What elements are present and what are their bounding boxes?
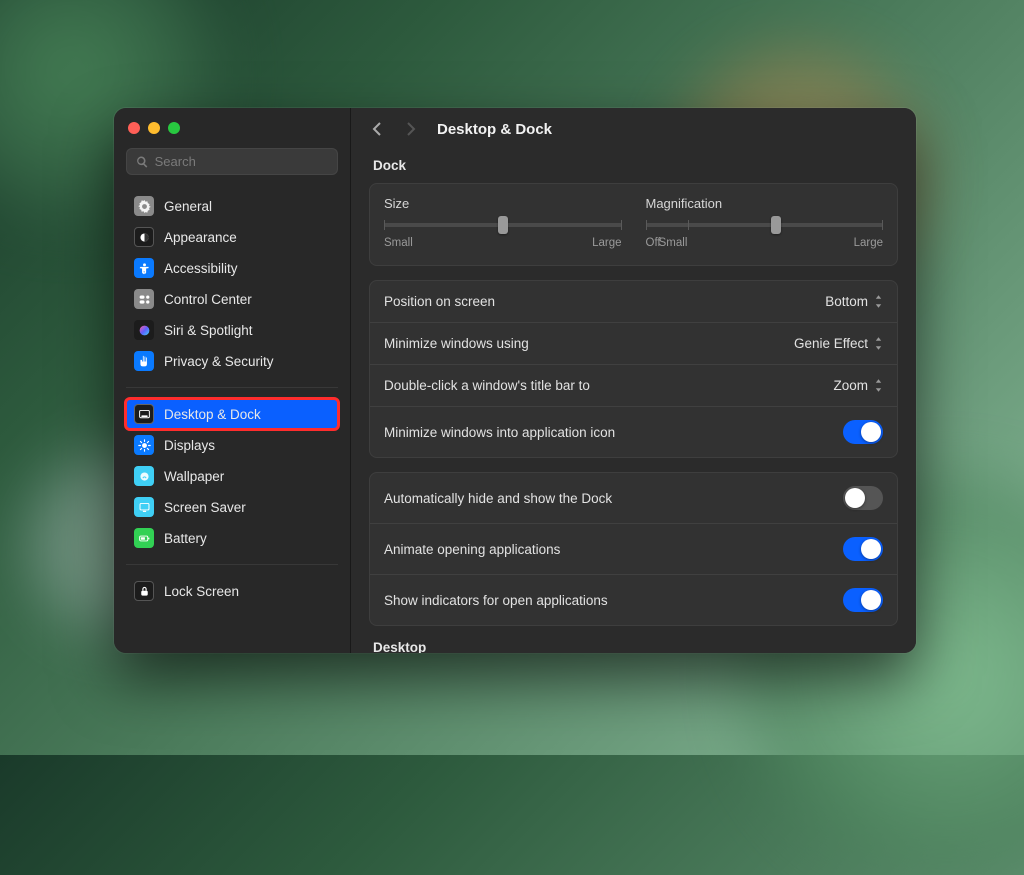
sidebar-item-control-center[interactable]: Control Center	[126, 284, 338, 314]
sidebar-item-label: Accessibility	[164, 261, 238, 276]
titlebar: Desktop & Dock	[351, 108, 916, 148]
hand-icon	[134, 351, 154, 371]
dock-section-heading: Dock	[373, 158, 898, 173]
magnification-max-label: Large	[854, 237, 883, 249]
search-icon	[136, 155, 149, 169]
sidebar-item-label: General	[164, 199, 212, 214]
double-click-row: Double-click a window's title bar to Zoo…	[370, 365, 897, 407]
chevron-up-down-icon	[874, 337, 883, 350]
settings-scroll-area[interactable]: Dock Size Small Large	[351, 148, 916, 653]
sidebar-item-battery[interactable]: Battery	[126, 523, 338, 553]
minimize-into-icon-toggle[interactable]	[843, 420, 883, 444]
size-slider-label: Size	[384, 196, 622, 211]
animate-open-label: Animate opening applications	[384, 542, 560, 557]
sidebar-item-displays[interactable]: Displays	[126, 430, 338, 460]
sidebar-item-desktop-dock[interactable]: Desktop & Dock	[126, 399, 338, 429]
show-indicators-row: Show indicators for open applications	[370, 575, 897, 625]
sidebar-item-label: Desktop & Dock	[164, 407, 261, 422]
sidebar-item-label: Battery	[164, 531, 207, 546]
position-popup[interactable]: Bottom	[825, 294, 883, 309]
sidebar-item-siri-spotlight[interactable]: Siri & Spotlight	[126, 315, 338, 345]
desktop-dock-icon	[134, 404, 154, 424]
show-indicators-label: Show indicators for open applications	[384, 593, 608, 608]
sidebar: General Appearance Accessibility Control…	[114, 108, 350, 653]
system-settings-window: General Appearance Accessibility Control…	[114, 108, 916, 653]
sidebar-item-label: Appearance	[164, 230, 237, 245]
magnification-slider-group: Magnification Off Small Large	[646, 196, 884, 249]
chevron-up-down-icon	[874, 379, 883, 392]
window-controls	[126, 118, 338, 148]
siri-icon	[134, 320, 154, 340]
screen-saver-icon	[134, 497, 154, 517]
minimize-into-icon-row: Minimize windows into application icon	[370, 407, 897, 457]
page-title: Desktop & Dock	[437, 121, 552, 138]
search-field[interactable]	[126, 148, 338, 175]
auto-hide-label: Automatically hide and show the Dock	[384, 491, 612, 506]
sidebar-item-label: Screen Saver	[164, 500, 246, 515]
lock-icon	[134, 581, 154, 601]
displays-icon	[134, 435, 154, 455]
sidebar-list: General Appearance Accessibility Control…	[126, 191, 338, 606]
minimize-using-row: Minimize windows using Genie Effect	[370, 323, 897, 365]
minimize-into-icon-label: Minimize windows into application icon	[384, 425, 615, 440]
minimize-button[interactable]	[148, 122, 160, 134]
double-click-label: Double-click a window's title bar to	[384, 378, 590, 393]
sidebar-item-general[interactable]: General	[126, 191, 338, 221]
sidebar-item-appearance[interactable]: Appearance	[126, 222, 338, 252]
sidebar-item-screen-saver[interactable]: Screen Saver	[126, 492, 338, 522]
double-click-value: Zoom	[833, 378, 868, 393]
double-click-popup[interactable]: Zoom	[833, 378, 883, 393]
size-slider-knob[interactable]	[498, 216, 508, 234]
magnification-slider[interactable]	[646, 223, 884, 227]
sidebar-item-label: Lock Screen	[164, 584, 239, 599]
sidebar-item-wallpaper[interactable]: Wallpaper	[126, 461, 338, 491]
size-slider-group: Size Small Large	[384, 196, 622, 249]
appearance-icon	[134, 227, 154, 247]
dock-behavior-panel: Automatically hide and show the Dock Ani…	[369, 472, 898, 626]
sidebar-item-accessibility[interactable]: Accessibility	[126, 253, 338, 283]
magnification-slider-knob[interactable]	[771, 216, 781, 234]
animate-open-toggle[interactable]	[843, 537, 883, 561]
minimize-using-popup[interactable]: Genie Effect	[794, 336, 883, 351]
sidebar-divider	[126, 564, 338, 565]
animate-open-row: Animate opening applications	[370, 524, 897, 575]
zoom-button[interactable]	[168, 122, 180, 134]
search-input[interactable]	[155, 154, 328, 169]
minimize-using-label: Minimize windows using	[384, 336, 529, 351]
control-center-icon	[134, 289, 154, 309]
magnification-slider-label: Magnification	[646, 196, 884, 211]
content-pane: Desktop & Dock Dock Size Small Large	[350, 108, 916, 653]
sidebar-divider	[126, 387, 338, 388]
position-value: Bottom	[825, 294, 868, 309]
gear-icon	[134, 196, 154, 216]
sidebar-item-label: Siri & Spotlight	[164, 323, 253, 338]
accessibility-icon	[134, 258, 154, 278]
minimize-using-value: Genie Effect	[794, 336, 868, 351]
sidebar-item-label: Displays	[164, 438, 215, 453]
auto-hide-row: Automatically hide and show the Dock	[370, 473, 897, 524]
sidebar-item-privacy-security[interactable]: Privacy & Security	[126, 346, 338, 376]
dock-sliders-panel: Size Small Large Magnification	[369, 183, 898, 266]
size-slider[interactable]	[384, 223, 622, 227]
sidebar-item-label: Privacy & Security	[164, 354, 274, 369]
forward-button[interactable]	[401, 120, 419, 138]
chevron-up-down-icon	[874, 295, 883, 308]
dock-options-panel: Position on screen Bottom Minimize windo…	[369, 280, 898, 458]
magnification-min-label: Small	[659, 237, 688, 249]
position-row: Position on screen Bottom	[370, 281, 897, 323]
desktop-section-heading: Desktop	[373, 640, 898, 653]
back-button[interactable]	[369, 120, 387, 138]
show-indicators-toggle[interactable]	[843, 588, 883, 612]
close-button[interactable]	[128, 122, 140, 134]
sidebar-item-label: Wallpaper	[164, 469, 224, 484]
size-max-label: Large	[592, 237, 621, 249]
auto-hide-toggle[interactable]	[843, 486, 883, 510]
sidebar-item-label: Control Center	[164, 292, 252, 307]
sidebar-item-lock-screen[interactable]: Lock Screen	[126, 576, 338, 606]
battery-icon	[134, 528, 154, 548]
position-label: Position on screen	[384, 294, 495, 309]
size-min-label: Small	[384, 237, 413, 249]
wallpaper-icon	[134, 466, 154, 486]
